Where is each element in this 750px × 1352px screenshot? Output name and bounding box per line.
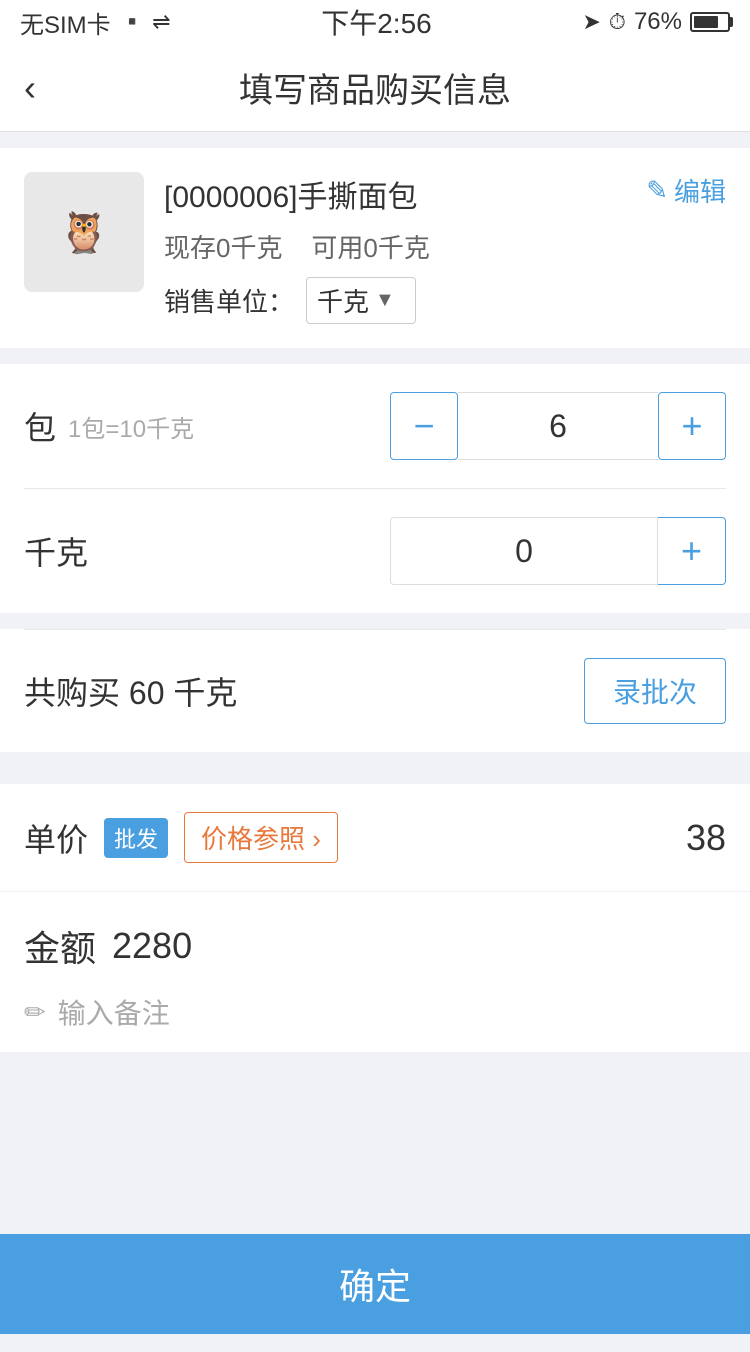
product-stock: 现存0千克 可用0千克 [164, 228, 726, 265]
status-left: 无SIM卡 ▪️ ⇌ [20, 5, 171, 40]
pencil-icon: ✏ [24, 997, 46, 1028]
kilogram-qty-input[interactable] [390, 517, 658, 585]
package-row: 包 1包=10千克 − + [0, 364, 750, 488]
price-badge: 批发 [104, 818, 168, 858]
nav-bar: ‹ 填写商品购买信息 [0, 44, 750, 132]
unit-select[interactable]: 千克 ▼ [306, 277, 416, 324]
price-ref-button[interactable]: 价格参照 › [184, 812, 338, 863]
product-image: 🦉 [24, 172, 144, 292]
product-unit-row: 销售单位： 千克 ▼ [164, 277, 726, 324]
price-label: 单价 [24, 815, 88, 861]
product-section: 🦉 [0000006]手撕面包 现存0千克 可用0千克 销售单位： 千克 ▼ ✎… [0, 148, 750, 348]
package-qty-input[interactable] [458, 392, 658, 460]
battery-percent: 76% [634, 8, 682, 36]
batch-button[interactable]: 录批次 [584, 658, 726, 724]
package-label-text: 包 [24, 403, 56, 449]
chevron-down-icon: ▼ [375, 289, 395, 312]
summary-row: 共购买 60 千克 录批次 [0, 630, 750, 752]
status-bar: 无SIM卡 ▪️ ⇌ 下午2:56 ➤ ⏱ 76% [0, 0, 750, 44]
product-info: [0000006]手撕面包 现存0千克 可用0千克 销售单位： 千克 ▼ [164, 172, 726, 324]
stock-value: 现存0千克 [164, 233, 282, 263]
carrier-label: 无SIM卡 [20, 5, 111, 40]
package-plus-button[interactable]: + [658, 392, 726, 460]
divider-1 [0, 348, 750, 364]
confirm-bar[interactable]: 确定 [0, 1234, 750, 1334]
product-logo: 🦉 [59, 209, 109, 256]
battery-icon [690, 12, 730, 32]
price-value: 38 [686, 817, 726, 859]
price-section: 单价 批发 价格参照 › 38 [0, 784, 750, 891]
kilogram-label: 千克 [24, 528, 88, 574]
kilogram-plus-button[interactable]: + [658, 517, 726, 585]
amount-label: 金额 [24, 920, 96, 972]
available-value: 可用0千克 [311, 233, 429, 263]
edit-label: 编辑 [674, 172, 726, 209]
remark-row[interactable]: ✏ 输入备注 [24, 992, 726, 1032]
remark-placeholder[interactable]: 输入备注 [58, 992, 170, 1032]
summary-section: 共购买 60 千克 录批次 [0, 629, 750, 752]
package-section: 包 1包=10千克 − + 千克 + [0, 364, 750, 613]
package-qty-control: − + [390, 392, 726, 460]
amount-section: 金额 2280 ✏ 输入备注 [0, 892, 750, 1052]
package-label: 包 1包=10千克 [24, 403, 194, 449]
wifi-icon: ▪️ ⇌ [119, 9, 171, 35]
package-minus-button[interactable]: − [390, 392, 458, 460]
confirm-button[interactable]: 确定 [339, 1258, 411, 1310]
amount-row: 金额 2280 [24, 920, 726, 972]
package-hint: 1包=10千克 [68, 409, 194, 444]
price-row: 单价 批发 价格参照 › 38 [24, 812, 726, 863]
page-title: 填写商品购买信息 [239, 63, 511, 112]
time-label: 下午2:56 [321, 2, 432, 42]
edit-button[interactable]: ✎ 编辑 [646, 172, 726, 209]
kilogram-row: 千克 + [0, 489, 750, 613]
product-name: [0000006]手撕面包 [164, 172, 726, 216]
divider-4 [0, 752, 750, 768]
kilogram-label-text: 千克 [24, 528, 88, 574]
summary-text: 共购买 60 千克 [24, 668, 237, 714]
unit-label: 销售单位： [164, 282, 294, 319]
edit-icon: ✎ [646, 175, 668, 206]
amount-value: 2280 [112, 925, 192, 967]
kilogram-qty-control: + [390, 517, 726, 585]
unit-value: 千克 [317, 282, 369, 319]
location-icon: ➤ [582, 9, 600, 35]
back-button[interactable]: ‹ [24, 67, 36, 109]
stock-separator [290, 233, 304, 263]
status-right: ➤ ⏱ 76% [582, 8, 730, 36]
alarm-icon: ⏱ [609, 9, 626, 35]
